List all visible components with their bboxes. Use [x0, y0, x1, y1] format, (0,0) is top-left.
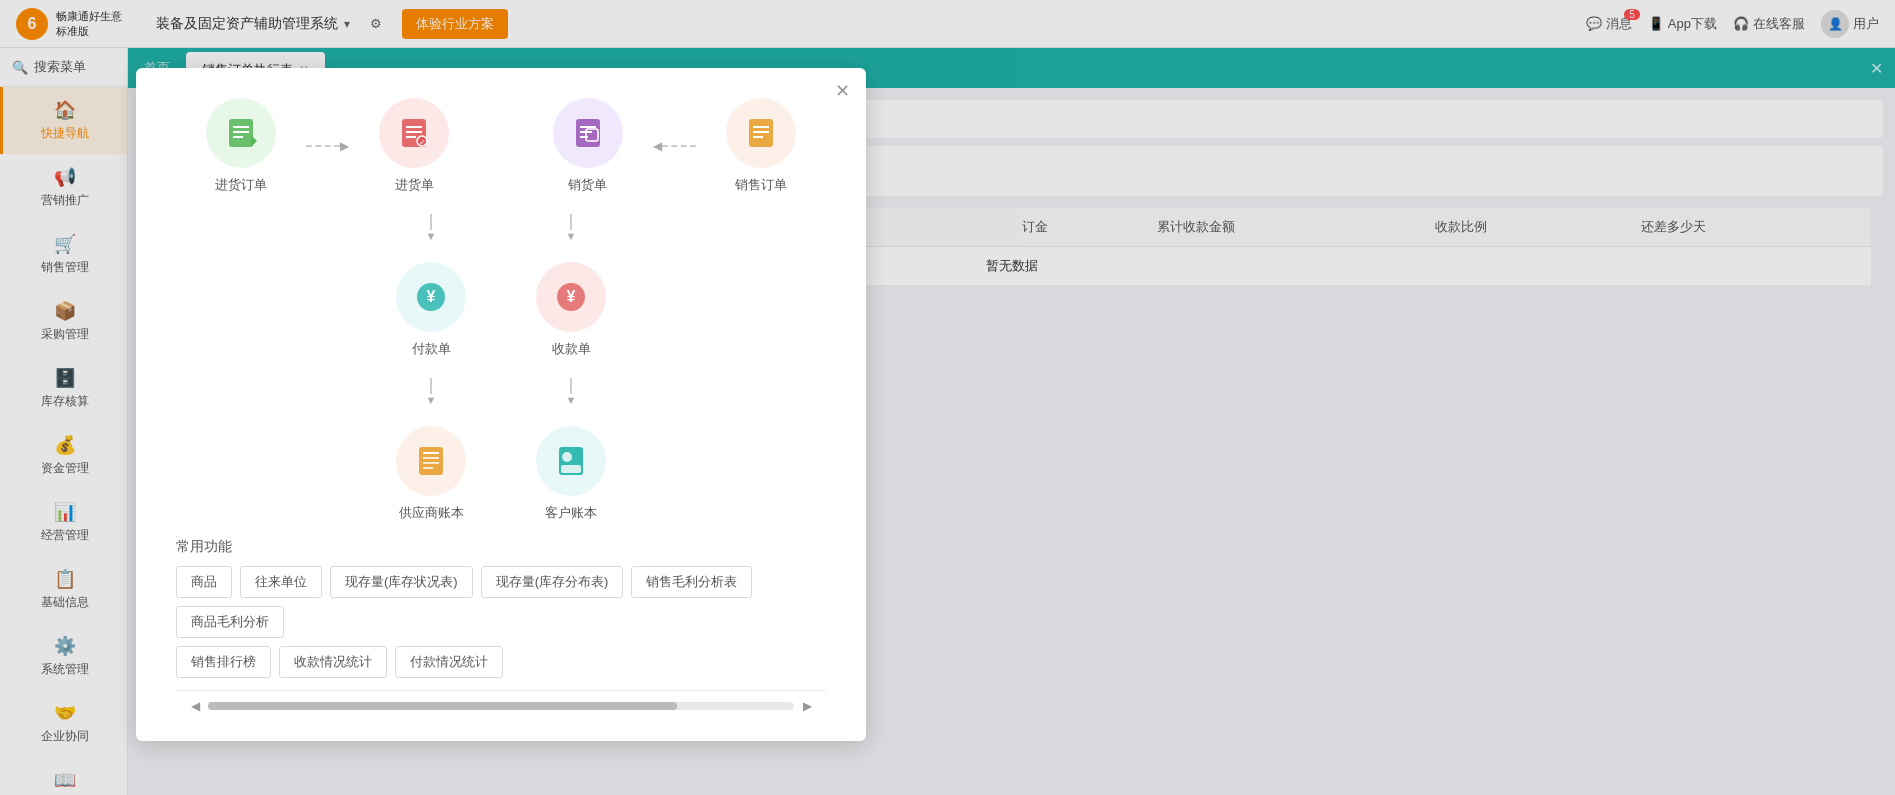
customer-ledger-circle [536, 426, 606, 496]
node-sales-order[interactable]: 销售订单 [696, 98, 826, 194]
common-functions: 常用功能 商品 往来单位 现存量(库存状况表) 现存量(库存分布表) 销售毛利分… [176, 538, 826, 678]
receipt-circle: ¥ [536, 262, 606, 332]
flow-row-2: ¥ 付款单 ¥ 收款单 [176, 262, 826, 358]
btn-partner[interactable]: 往来单位 [240, 566, 322, 598]
btn-stock-dist[interactable]: 现存量(库存分布表) [481, 566, 624, 598]
flow-row-arrows2: ▼ ▼ [176, 378, 826, 406]
scroll-bar: ◀ ▶ [176, 690, 826, 721]
common-buttons-row-1: 商品 往来单位 现存量(库存状况表) 现存量(库存分布表) 销售毛利分析表 商品… [176, 566, 826, 638]
btn-payment-stats[interactable]: 付款情况统计 [395, 646, 503, 678]
purchase-bill-circle: ✓ [379, 98, 449, 168]
btn-sales-profit-analysis[interactable]: 销售毛利分析表 [631, 566, 752, 598]
btn-goods-profit[interactable]: 商品毛利分析 [176, 606, 284, 638]
flow-row-3: 供应商账本 客户账本 [176, 426, 826, 522]
svg-text:¥: ¥ [567, 288, 576, 305]
common-section-title: 常用功能 [176, 538, 826, 556]
dialog-close-btn[interactable]: ✕ [835, 80, 850, 102]
node-supplier-ledger[interactable]: 供应商账本 [366, 426, 496, 522]
btn-goods[interactable]: 商品 [176, 566, 232, 598]
common-buttons-row-2: 销售排行榜 收款情况统计 付款情况统计 [176, 646, 826, 678]
scroll-left-btn[interactable]: ◀ [186, 697, 204, 715]
scroll-right-btn[interactable]: ▶ [798, 697, 816, 715]
node-customer-ledger[interactable]: 客户账本 [506, 426, 636, 522]
sales-bill-circle [553, 98, 623, 168]
svg-text:✓: ✓ [419, 138, 426, 147]
node-payment[interactable]: ¥ 付款单 [366, 262, 496, 358]
arrow-sales-order-to-bill: ◀ [653, 139, 696, 153]
svg-point-30 [562, 452, 572, 462]
svg-rect-31 [561, 465, 581, 473]
svg-text:¥: ¥ [427, 288, 436, 305]
btn-sales-ranking[interactable]: 销售排行榜 [176, 646, 271, 678]
flow-row-arrows: ▼ ▼ [176, 214, 826, 242]
scroll-thumb [208, 702, 677, 710]
purchase-order-circle [206, 98, 276, 168]
node-purchase-order[interactable]: 进货订单 [176, 98, 306, 194]
node-receipt[interactable]: ¥ 收款单 [506, 262, 636, 358]
node-sales-bill[interactable]: 销货单 [523, 98, 653, 194]
btn-receipt-stats[interactable]: 收款情况统计 [279, 646, 387, 678]
flow-chart: 进货订单 ▶ ✓ [176, 98, 826, 522]
payment-circle: ¥ [396, 262, 466, 332]
node-purchase-bill[interactable]: ✓ 进货单 [349, 98, 479, 194]
supplier-ledger-circle [396, 426, 466, 496]
dialog-overlay: ✕ 进货订单 [0, 0, 1895, 795]
flow-row-1: 进货订单 ▶ ✓ [176, 98, 826, 194]
btn-stock-status[interactable]: 现存量(库存状况表) [330, 566, 473, 598]
scroll-track[interactable] [208, 702, 794, 710]
arrow-purchase-to-bill: ▶ [306, 139, 349, 153]
flow-dialog: ✕ 进货订单 [136, 68, 866, 741]
sales-order-circle [726, 98, 796, 168]
svg-rect-24 [419, 447, 443, 475]
svg-marker-4 [251, 135, 257, 147]
